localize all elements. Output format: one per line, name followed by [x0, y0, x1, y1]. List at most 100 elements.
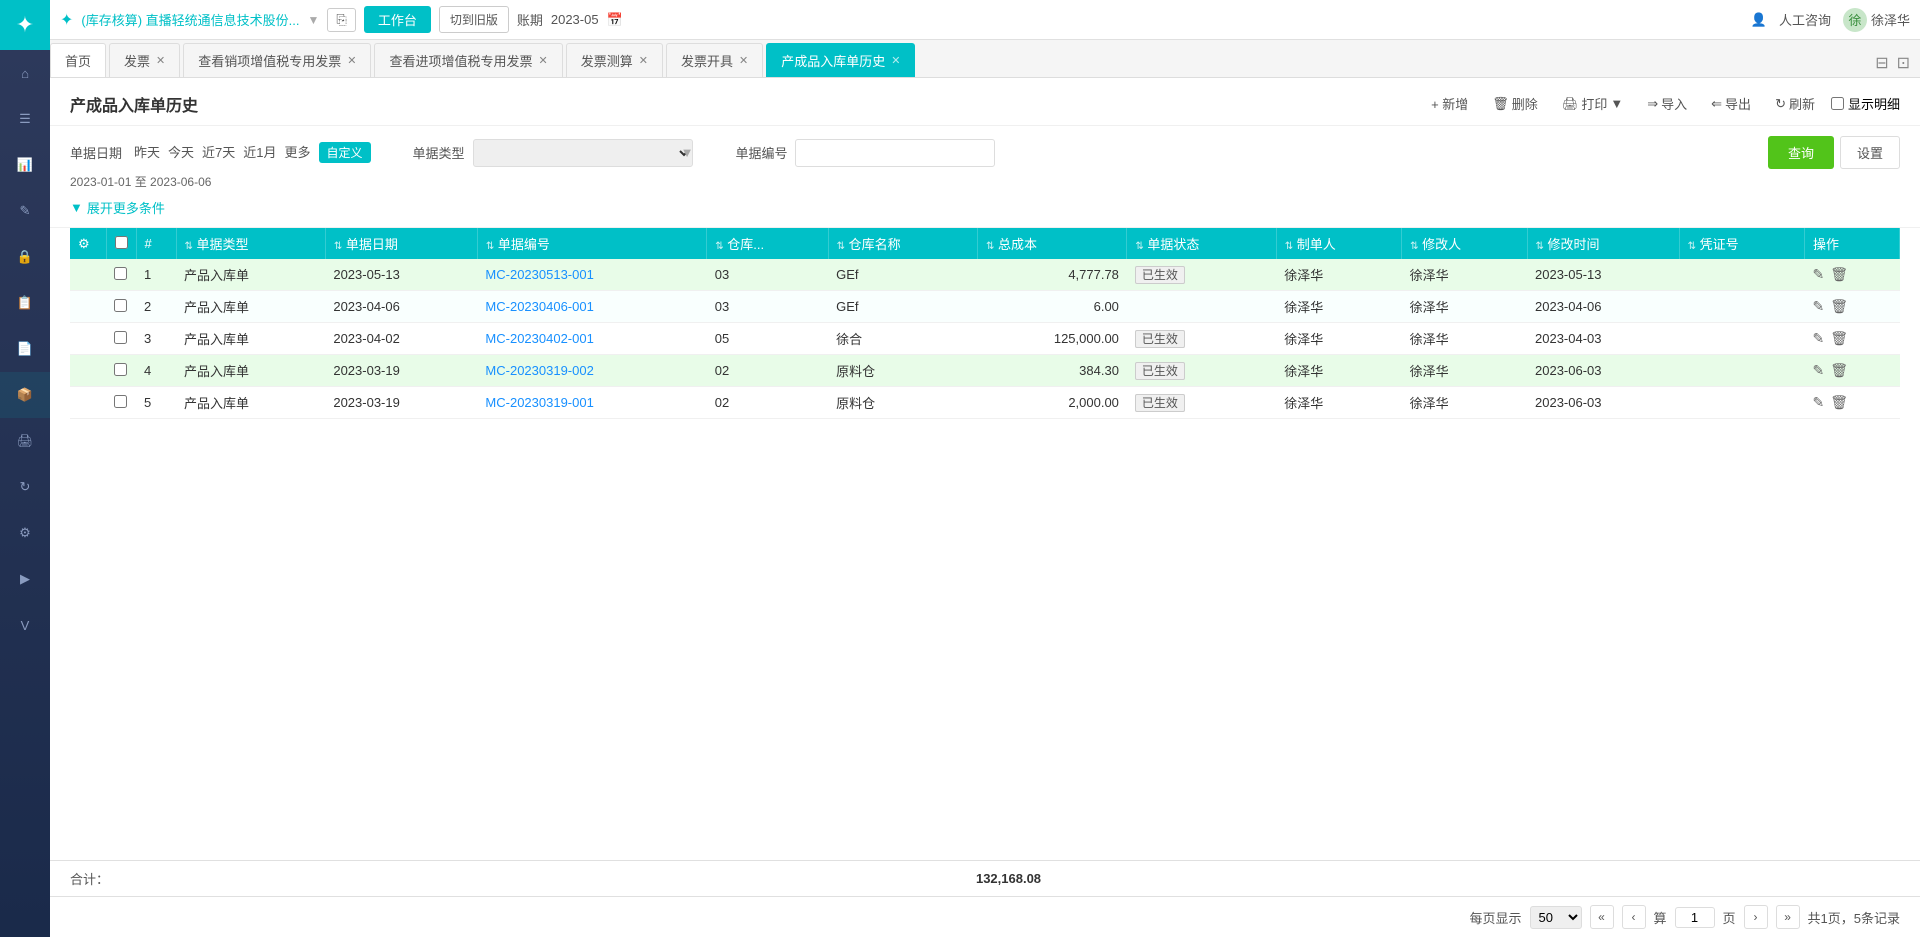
- tab-product-history-close[interactable]: ✕: [891, 54, 900, 67]
- sidebar-item-v[interactable]: V: [0, 602, 50, 648]
- row-checkbox[interactable]: [114, 331, 127, 344]
- col-warehouse-name[interactable]: ⇅ 仓库名称: [828, 228, 977, 259]
- row-edit-icon[interactable]: ✎: [1812, 298, 1824, 315]
- col-modifier[interactable]: ⇅ 修改人: [1402, 228, 1527, 259]
- doc-no-link[interactable]: MC-20230406-001: [485, 299, 593, 314]
- table-checkbox-col[interactable]: [106, 228, 136, 259]
- row-checkbox[interactable]: [114, 299, 127, 312]
- row-doc-no[interactable]: MC-20230406-001: [477, 291, 706, 323]
- row-delete-icon[interactable]: 🗑: [1830, 362, 1848, 379]
- tab-purchase-vat[interactable]: 查看进项增值税专用发票 ✕: [374, 43, 562, 77]
- workbench-button[interactable]: 工作台: [364, 6, 431, 33]
- sidebar-item-refresh[interactable]: ↻: [0, 464, 50, 510]
- doc-no-link[interactable]: MC-20230319-001: [485, 395, 593, 410]
- col-warehouse-code[interactable]: ⇅ 仓库...: [707, 228, 828, 259]
- row-doc-no[interactable]: MC-20230513-001: [477, 259, 706, 291]
- tab-maximize-icon[interactable]: ⊡: [1897, 53, 1910, 73]
- row-edit-icon[interactable]: ✎: [1812, 266, 1824, 283]
- tab-invoice-open[interactable]: 发票开具 ✕: [666, 43, 763, 77]
- col-total-cost[interactable]: ⇅ 总成本: [977, 228, 1126, 259]
- sidebar-item-list[interactable]: 📋: [0, 280, 50, 326]
- row-checkbox-cell[interactable]: [106, 259, 136, 291]
- row-checkbox-cell[interactable]: [106, 387, 136, 419]
- doc-no-link[interactable]: MC-20230319-002: [485, 363, 593, 378]
- col-doc-type[interactable]: ⇅ 单据类型: [176, 228, 325, 259]
- tab-product-history[interactable]: 产成品入库单历史 ✕: [766, 43, 915, 77]
- doc-no-link[interactable]: MC-20230513-001: [485, 267, 593, 282]
- export-button[interactable]: ⇐ 导出: [1703, 90, 1759, 117]
- row-checkbox[interactable]: [114, 363, 127, 376]
- row-edit-icon[interactable]: ✎: [1812, 330, 1824, 347]
- filter-link-more[interactable]: 更多: [285, 142, 311, 163]
- sidebar-item-chart[interactable]: 📊: [0, 142, 50, 188]
- row-checkbox-cell[interactable]: [106, 291, 136, 323]
- row-doc-no[interactable]: MC-20230319-002: [477, 355, 706, 387]
- row-checkbox[interactable]: [114, 395, 127, 408]
- display-detail-checkbox[interactable]: [1831, 97, 1844, 110]
- row-delete-icon[interactable]: 🗑: [1830, 298, 1848, 315]
- row-checkbox[interactable]: [114, 267, 127, 280]
- sidebar-item-doc[interactable]: 📄: [0, 326, 50, 372]
- page-number-input[interactable]: [1675, 907, 1715, 928]
- sidebar-item-box[interactable]: 📦: [0, 372, 50, 418]
- tab-invoice-calc[interactable]: 发票测算 ✕: [566, 43, 663, 77]
- new-button[interactable]: + 新增: [1423, 90, 1476, 117]
- tab-minimize-icon[interactable]: ⊟: [1875, 53, 1888, 73]
- table-settings-icon[interactable]: ⚙: [78, 236, 90, 251]
- col-modify-time[interactable]: ⇅ 修改时间: [1527, 228, 1679, 259]
- col-doc-date[interactable]: ⇅ 单据日期: [325, 228, 477, 259]
- sidebar-item-home[interactable]: ⌂: [0, 50, 50, 96]
- refresh-button[interactable]: ↻ 刷新: [1767, 90, 1823, 117]
- filter-link-7days[interactable]: 近7天: [202, 142, 235, 163]
- filter-doc-type-select[interactable]: [473, 139, 693, 167]
- doc-no-link[interactable]: MC-20230402-001: [485, 331, 593, 346]
- tab-home[interactable]: 首页: [50, 43, 106, 77]
- row-checkbox-cell[interactable]: [106, 323, 136, 355]
- col-doc-status[interactable]: ⇅ 单据状态: [1127, 228, 1276, 259]
- prev-page-button[interactable]: ‹: [1622, 905, 1646, 929]
- select-all-checkbox[interactable]: [115, 236, 128, 249]
- col-doc-no[interactable]: ⇅ 单据编号: [477, 228, 706, 259]
- next-page-button[interactable]: ›: [1744, 905, 1768, 929]
- row-doc-no[interactable]: MC-20230402-001: [477, 323, 706, 355]
- row-edit-icon[interactable]: ✎: [1812, 362, 1824, 379]
- row-doc-no[interactable]: MC-20230319-001: [477, 387, 706, 419]
- query-button[interactable]: 查询: [1768, 136, 1834, 169]
- copy-button[interactable]: ⎘: [327, 8, 355, 32]
- chevron-down-icon[interactable]: ▼: [308, 13, 320, 27]
- filter-link-yesterday[interactable]: 昨天: [134, 142, 160, 163]
- old-version-button[interactable]: 切到旧版: [439, 6, 509, 33]
- tab-invoice-open-close[interactable]: ✕: [739, 54, 748, 67]
- import-button[interactable]: ⇒ 导入: [1639, 90, 1695, 117]
- sidebar-item-edit[interactable]: ✎: [0, 188, 50, 234]
- tab-purchase-vat-close[interactable]: ✕: [539, 54, 548, 67]
- table-settings-col[interactable]: ⚙: [70, 228, 106, 259]
- print-button[interactable]: 🖨 打印 ▼: [1554, 90, 1631, 117]
- filter-custom-button[interactable]: 自定义: [319, 142, 371, 163]
- row-edit-icon[interactable]: ✎: [1812, 394, 1824, 411]
- tab-sales-vat[interactable]: 查看销项增值税专用发票 ✕: [183, 43, 371, 77]
- filter-link-1month[interactable]: 近1月: [243, 142, 276, 163]
- per-page-select[interactable]: 50 100 200: [1530, 906, 1582, 929]
- row-delete-icon[interactable]: 🗑: [1830, 330, 1848, 347]
- settings-button[interactable]: 设置: [1840, 136, 1900, 169]
- tab-invoice-close[interactable]: ✕: [156, 54, 165, 67]
- sidebar-item-lock[interactable]: 🔒: [0, 234, 50, 280]
- delete-button[interactable]: 🗑 删除: [1484, 90, 1546, 117]
- sidebar-item-settings[interactable]: ⚙: [0, 510, 50, 556]
- row-delete-icon[interactable]: 🗑: [1830, 394, 1848, 411]
- filter-doc-no-input[interactable]: [795, 139, 995, 167]
- col-voucher-no[interactable]: ⇅ 凭证号: [1679, 228, 1804, 259]
- tab-sales-vat-close[interactable]: ✕: [347, 54, 356, 67]
- filter-link-today[interactable]: 今天: [168, 142, 194, 163]
- col-creator[interactable]: ⇅ 制单人: [1276, 228, 1401, 259]
- sidebar-item-menu[interactable]: ☰: [0, 96, 50, 142]
- tab-invoice-calc-close[interactable]: ✕: [639, 54, 648, 67]
- row-checkbox-cell[interactable]: [106, 355, 136, 387]
- sidebar-item-print[interactable]: 🖨: [0, 418, 50, 464]
- row-delete-icon[interactable]: 🗑: [1830, 266, 1848, 283]
- expand-more-btn[interactable]: ▼ 展开更多条件: [70, 198, 1900, 217]
- last-page-button[interactable]: »: [1776, 905, 1800, 929]
- display-detail-checkbox-label[interactable]: 显示明细: [1831, 94, 1900, 113]
- first-page-button[interactable]: «: [1590, 905, 1614, 929]
